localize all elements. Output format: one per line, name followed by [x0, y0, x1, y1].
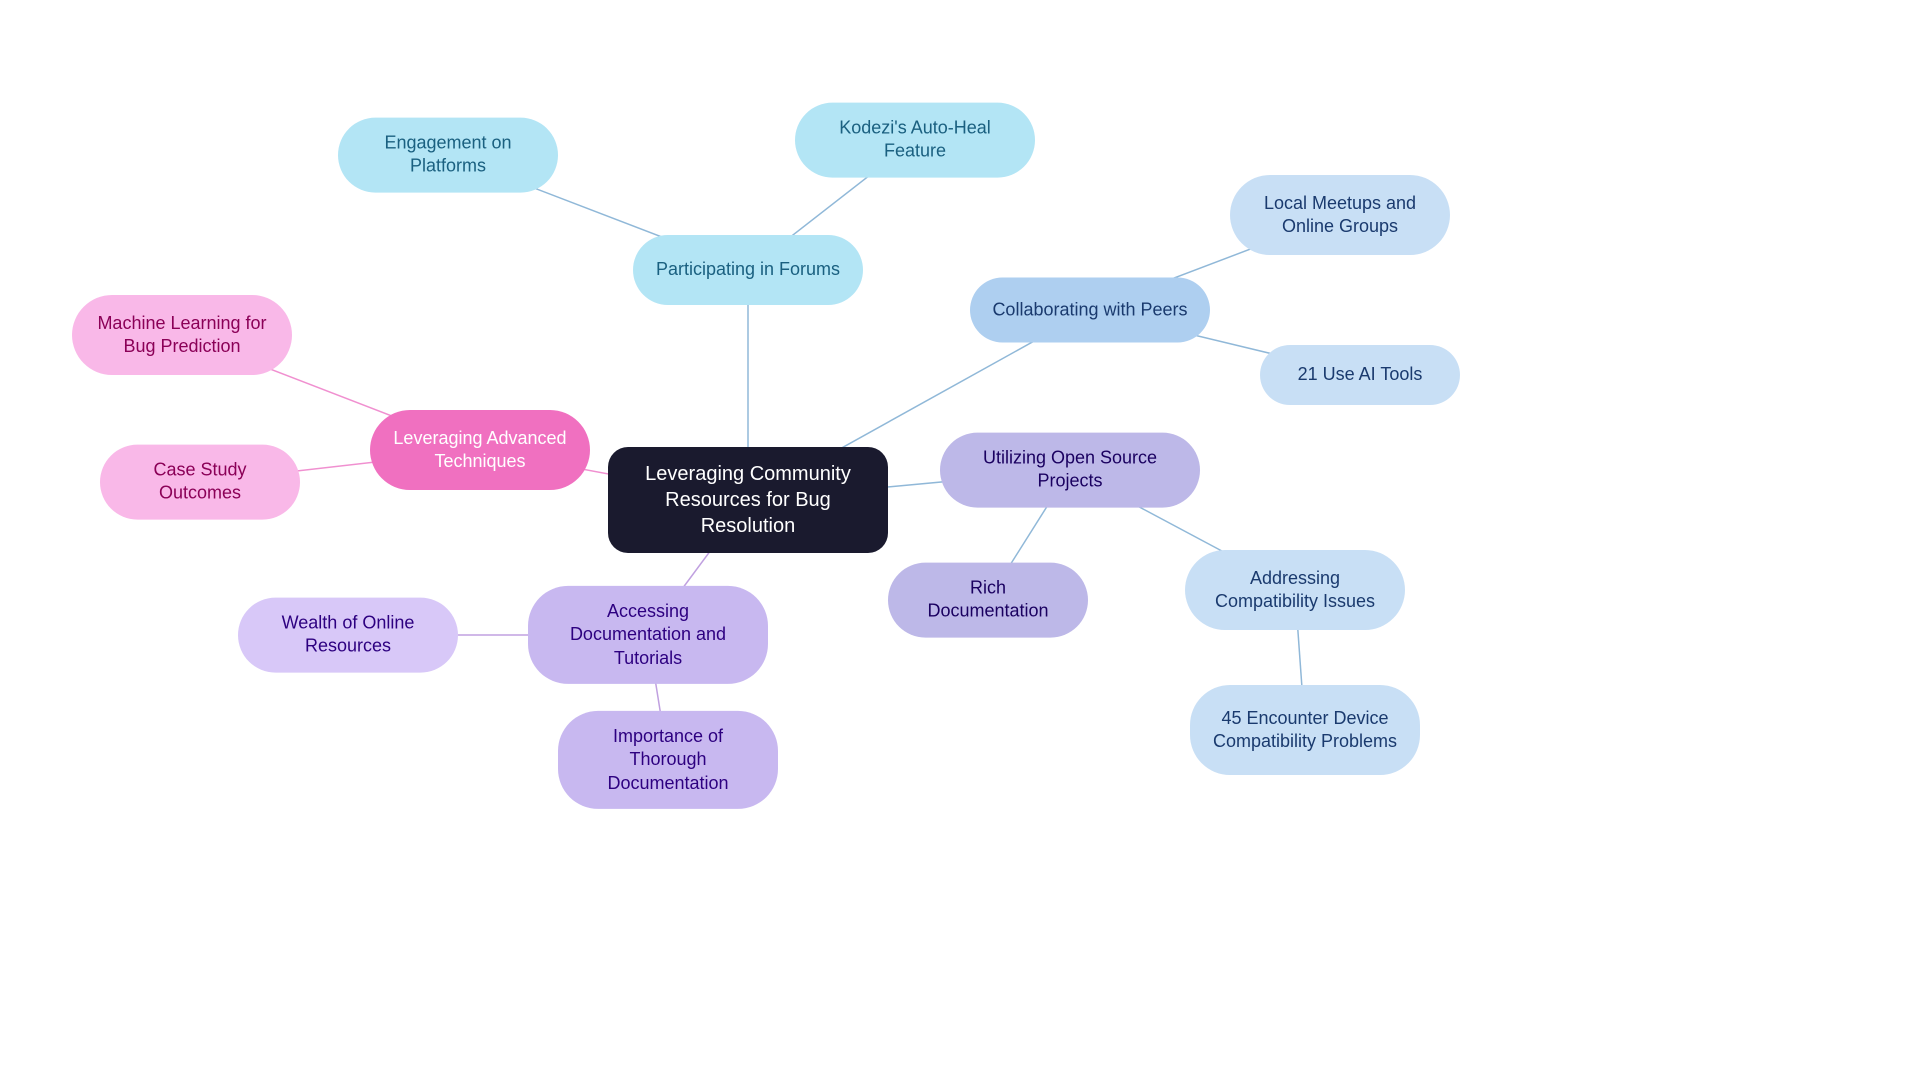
node-leveraging-advanced[interactable]: Leveraging Advanced Techniques [370, 410, 590, 490]
node-use-ai-tools[interactable]: 21 Use AI Tools [1260, 345, 1460, 405]
node-center[interactable]: Leveraging Community Resources for Bug R… [608, 447, 888, 553]
node-ml-bug-prediction[interactable]: Machine Learning for Bug Prediction [72, 295, 292, 375]
node-local-meetups[interactable]: Local Meetups and Online Groups [1230, 175, 1450, 255]
node-kodezi-auto-heal[interactable]: Kodezi's Auto-Heal Feature [795, 103, 1035, 178]
node-encounter-device[interactable]: 45 Encounter Device Compatibility Proble… [1190, 685, 1420, 775]
node-wealth-online-resources[interactable]: Wealth of Online Resources [238, 598, 458, 673]
node-accessing-documentation[interactable]: Accessing Documentation and Tutorials [528, 586, 768, 684]
node-utilizing-open-source[interactable]: Utilizing Open Source Projects [940, 433, 1200, 508]
node-addressing-compatibility[interactable]: Addressing Compatibility Issues [1185, 550, 1405, 630]
node-engagement-platforms[interactable]: Engagement on Platforms [338, 118, 558, 193]
node-participating-forums[interactable]: Participating in Forums [633, 235, 863, 305]
mindmap-container: Leveraging Community Resources for Bug R… [0, 0, 1920, 1083]
node-importance-thorough-doc[interactable]: Importance of Thorough Documentation [558, 711, 778, 809]
node-case-study-outcomes[interactable]: Case Study Outcomes [100, 445, 300, 520]
node-rich-documentation[interactable]: Rich Documentation [888, 563, 1088, 638]
node-collaborating-peers[interactable]: Collaborating with Peers [970, 278, 1210, 343]
